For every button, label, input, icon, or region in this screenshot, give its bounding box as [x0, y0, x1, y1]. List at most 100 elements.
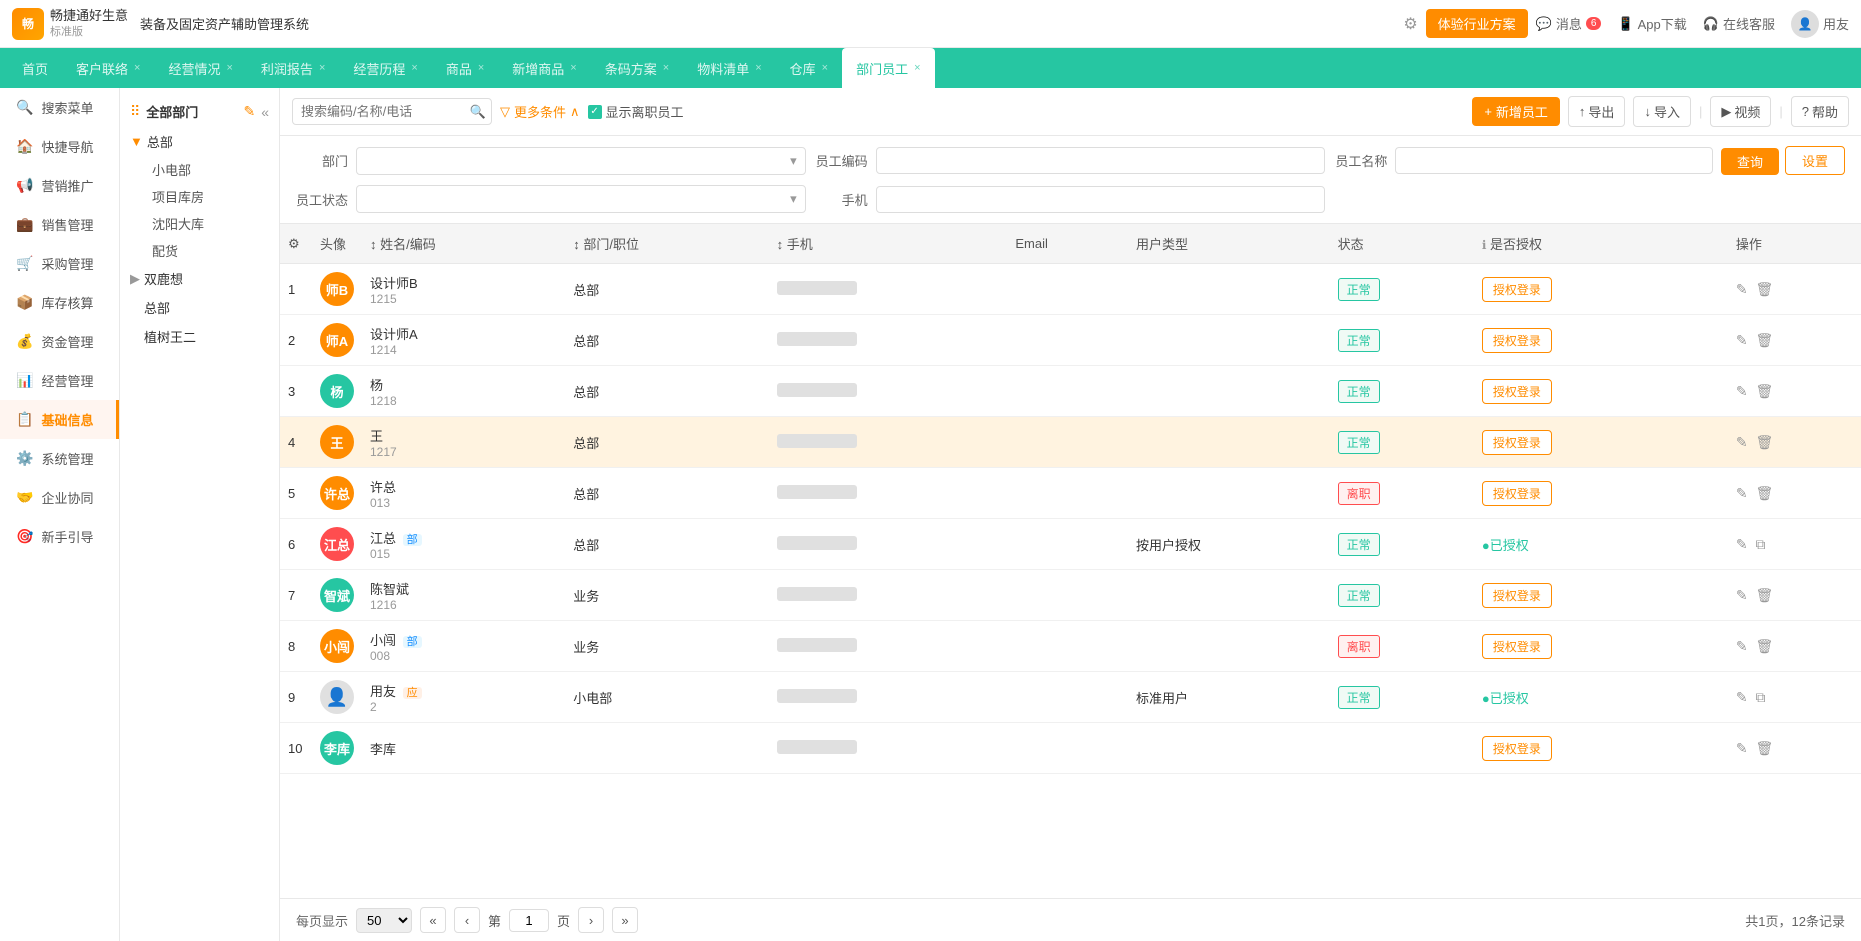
close-icon[interactable]: × — [319, 62, 325, 74]
search-input[interactable] — [292, 98, 492, 125]
sidebar-item-marketing[interactable]: 📢 营销推广 — [0, 166, 119, 205]
sidebar-item-management[interactable]: 📊 经营管理 — [0, 361, 119, 400]
tab-new-goods[interactable]: 新增商品 × — [498, 48, 590, 88]
tab-customer[interactable]: 客户联络 × — [62, 48, 154, 88]
message-item[interactable]: 💬 消息 6 — [1536, 14, 1602, 33]
add-employee-button[interactable]: + 新增员工 — [1472, 97, 1560, 126]
tab-barcode[interactable]: 条码方案 × — [591, 48, 683, 88]
delete-icon[interactable]: 🗑 — [1756, 485, 1774, 502]
tab-warehouse[interactable]: 仓库 × — [776, 48, 842, 88]
authorize-button[interactable]: 授权登录 — [1482, 430, 1552, 455]
close-icon[interactable]: × — [822, 62, 828, 74]
export-button[interactable]: ↑ 导出 — [1568, 96, 1626, 127]
close-icon[interactable]: × — [663, 62, 669, 74]
authorize-button[interactable]: 授权登录 — [1482, 481, 1552, 506]
edit-icon[interactable]: ✎ — [1736, 332, 1748, 349]
authorize-button[interactable]: 授权登录 — [1482, 379, 1552, 404]
next-page-button[interactable]: › — [578, 907, 604, 933]
per-page-select[interactable]: 50 20 100 — [356, 908, 412, 933]
delete-icon[interactable]: 🗑 — [1756, 587, 1774, 604]
close-icon[interactable]: × — [914, 62, 920, 74]
authorize-button[interactable]: 授权登录 — [1482, 634, 1552, 659]
sidebar-item-search[interactable]: 🔍 搜索菜单 — [0, 88, 119, 127]
help-button[interactable]: ? 帮助 — [1791, 96, 1849, 127]
edit-icon[interactable]: ✎ — [1736, 587, 1748, 604]
edit-icon[interactable]: ✎ — [1736, 740, 1748, 757]
delete-icon[interactable]: 🗑 — [1756, 281, 1774, 298]
dept-child-xiaodianbu[interactable]: 小电部 — [120, 156, 279, 183]
edit-icon[interactable]: ✎ — [1736, 689, 1748, 706]
copy-icon[interactable]: ⧉ — [1756, 536, 1766, 553]
sidebar-item-guide[interactable]: 🎯 新手引导 — [0, 517, 119, 556]
tab-goods[interactable]: 商品 × — [432, 48, 498, 88]
authorize-button[interactable]: 授权登录 — [1482, 736, 1552, 761]
trial-button[interactable]: 体验行业方案 — [1426, 9, 1528, 38]
tab-profit[interactable]: 利润报告 × — [247, 48, 339, 88]
close-icon[interactable]: × — [755, 62, 761, 74]
sidebar-item-nav[interactable]: 🏠 快捷导航 — [0, 127, 119, 166]
empname-input[interactable] — [1395, 147, 1713, 174]
dept-group-zongbu[interactable]: ▼ 总部 — [120, 127, 279, 156]
phone-input[interactable] — [876, 186, 1326, 213]
edit-icon[interactable]: ✎ — [1736, 434, 1748, 451]
show-resigned-toggle[interactable]: ✓ 显示离职员工 — [588, 102, 684, 121]
empcode-input[interactable] — [876, 147, 1326, 174]
authorize-button[interactable]: 授权登录 — [1482, 277, 1552, 302]
tab-department[interactable]: 部门员工 × — [842, 48, 934, 88]
collapse-icon[interactable]: « — [261, 104, 269, 120]
th-name[interactable]: ↕ 姓名/编码 — [362, 224, 565, 264]
edit-icon[interactable]: ✎ — [1736, 281, 1748, 298]
dept-select[interactable]: ▾ — [356, 147, 806, 175]
tab-bom[interactable]: 物料清单 × — [683, 48, 775, 88]
delete-icon[interactable]: 🗑 — [1756, 383, 1774, 400]
last-page-button[interactable]: » — [612, 907, 638, 933]
view-button[interactable]: ▶ 视频 — [1710, 96, 1771, 127]
dept-group-zhishu[interactable]: 植树王二 — [120, 322, 279, 351]
tab-operation[interactable]: 经营情况 × — [154, 48, 246, 88]
dept-group-zongbu2[interactable]: 总部 — [120, 293, 279, 322]
set-button[interactable]: 设置 — [1785, 146, 1845, 175]
th-phone[interactable]: ↕ 手机 — [769, 224, 1008, 264]
close-icon[interactable]: × — [570, 62, 576, 74]
sidebar-item-purchase[interactable]: 🛒 采购管理 — [0, 244, 119, 283]
delete-icon[interactable]: 🗑 — [1756, 332, 1774, 349]
settings-icon[interactable]: ⚙ — [1403, 14, 1417, 34]
dept-child-shenyang[interactable]: 沈阳大库 — [120, 210, 279, 237]
edit-icon[interactable]: ✎ — [1736, 383, 1748, 400]
more-filter-btn[interactable]: ▽ 更多条件 ∧ — [500, 102, 580, 121]
delete-icon[interactable]: 🗑 — [1756, 740, 1774, 757]
sidebar-item-sales[interactable]: 💼 销售管理 — [0, 205, 119, 244]
close-icon[interactable]: × — [226, 62, 232, 74]
prev-page-button[interactable]: ‹ — [454, 907, 480, 933]
authorize-button[interactable]: 授权登录 — [1482, 583, 1552, 608]
sidebar-item-finance[interactable]: 💰 资金管理 — [0, 322, 119, 361]
th-dept[interactable]: ↕ 部门/职位 — [565, 224, 768, 264]
tab-history[interactable]: 经营历程 × — [339, 48, 431, 88]
close-icon[interactable]: × — [478, 62, 484, 74]
edit-icon[interactable]: ✎ — [1736, 485, 1748, 502]
dept-group-shuanglu[interactable]: ▶ 双鹿想 — [120, 264, 279, 293]
first-page-button[interactable]: « — [420, 907, 446, 933]
sidebar-item-inventory[interactable]: 📦 库存核算 — [0, 283, 119, 322]
search-submit-icon[interactable]: 🔍 — [470, 104, 486, 120]
user-item[interactable]: 👤 用友 — [1791, 10, 1849, 38]
copy-icon[interactable]: ⧉ — [1756, 689, 1766, 706]
authorize-button[interactable]: 授权登录 — [1482, 328, 1552, 353]
sidebar-item-collab[interactable]: 🤝 企业协同 — [0, 478, 119, 517]
edit-dept-icon[interactable]: ✎ — [243, 103, 255, 120]
edit-icon[interactable]: ✎ — [1736, 536, 1748, 553]
close-icon[interactable]: × — [411, 62, 417, 74]
delete-icon[interactable]: 🗑 — [1756, 638, 1774, 655]
import-button[interactable]: ↓ 导入 — [1633, 96, 1691, 127]
current-page-input[interactable] — [509, 909, 549, 932]
edit-icon[interactable]: ✎ — [1736, 638, 1748, 655]
sidebar-item-system[interactable]: ⚙️ 系统管理 — [0, 439, 119, 478]
dept-child-peihuo[interactable]: 配货 — [120, 237, 279, 264]
dept-child-project[interactable]: 项目库房 — [120, 183, 279, 210]
online-support-item[interactable]: 🎧 在线客服 — [1703, 14, 1775, 33]
sidebar-item-basics[interactable]: 📋 基础信息 — [0, 400, 119, 439]
app-download-item[interactable]: 📱 App下载 — [1617, 14, 1686, 33]
tab-home[interactable]: 首页 — [8, 48, 62, 88]
status-select[interactable]: ▾ — [356, 185, 806, 213]
th-settings[interactable]: ⚙ — [280, 224, 312, 264]
